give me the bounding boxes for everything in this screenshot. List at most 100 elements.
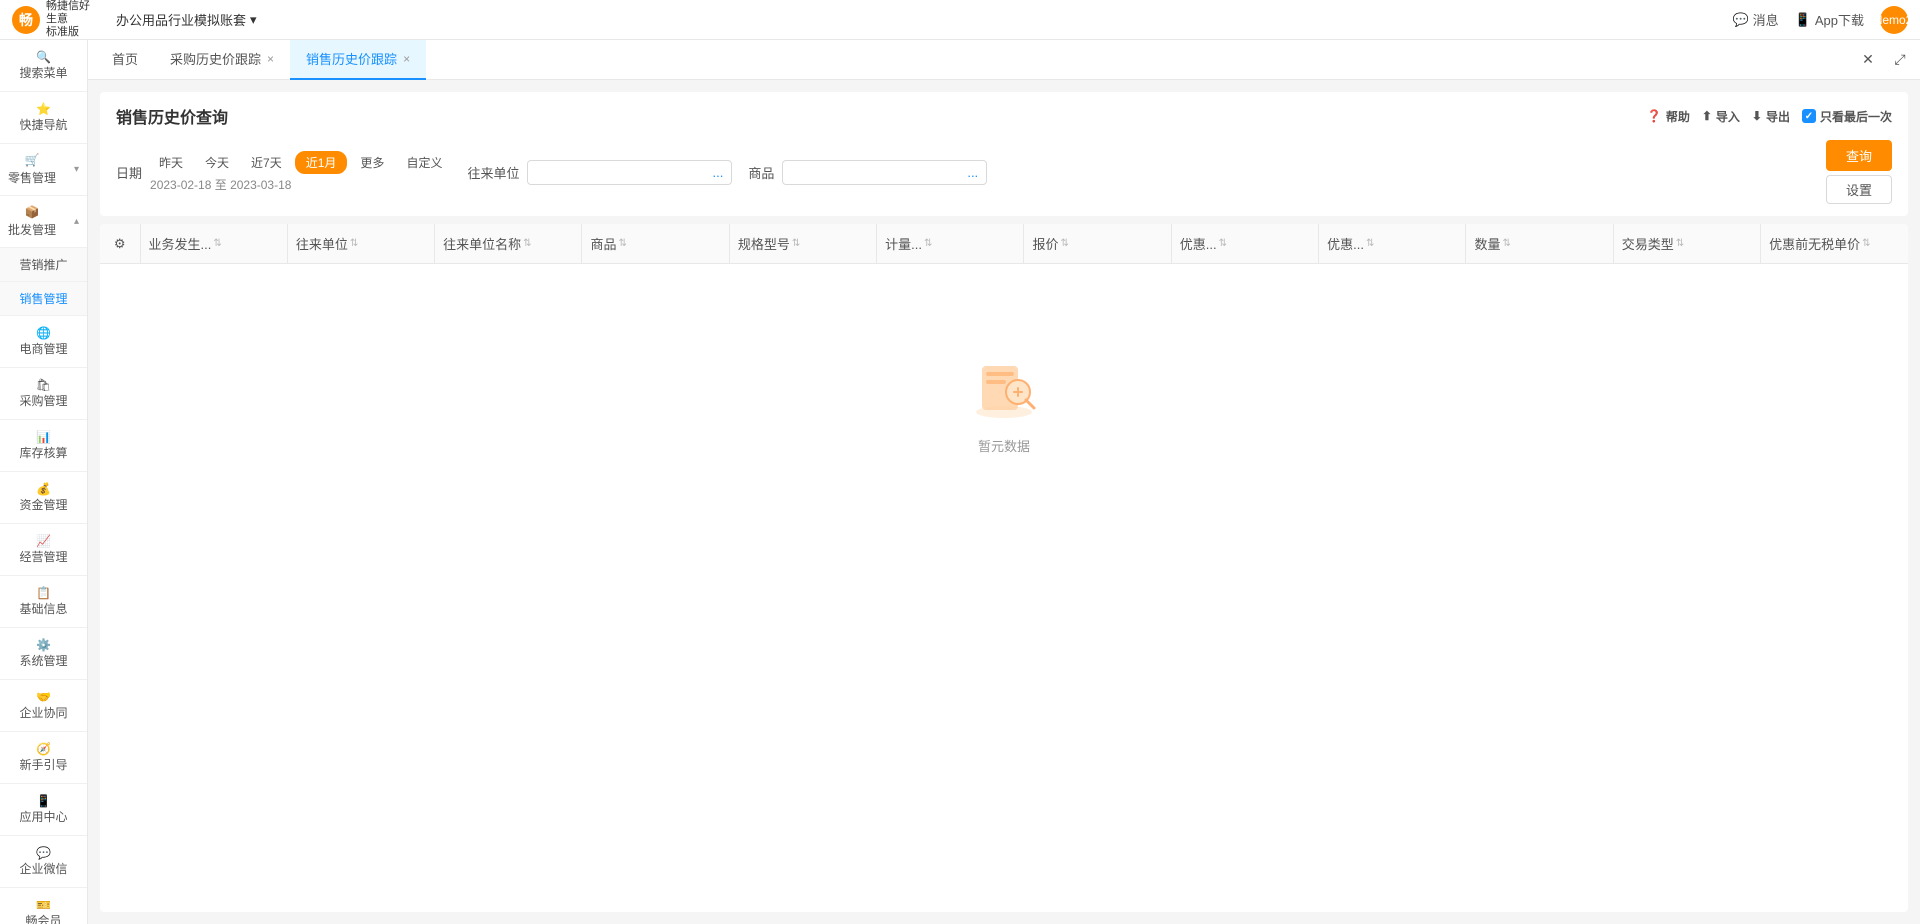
tab-bar-right: ✕ ⤢ xyxy=(1856,48,1912,72)
empty-illustration xyxy=(964,344,1044,424)
sidebar-item-retail[interactable]: 🛒 零售管理 ▾ xyxy=(0,144,87,196)
app-selector[interactable]: 办公用品行业模拟账套 ▾ xyxy=(108,6,265,33)
th-discount1[interactable]: 优惠...⇅ xyxy=(1171,224,1318,264)
sidebar-item-purchase[interactable]: 🛍 采购管理 xyxy=(0,368,87,420)
import-action[interactable]: ⬆ 导入 xyxy=(1702,108,1740,125)
th-settings[interactable]: ⚙ xyxy=(100,224,140,264)
chevron-down-icon: ▾ xyxy=(250,12,257,28)
th-unit[interactable]: 计量...⇅ xyxy=(877,224,1024,264)
date-btn-7days[interactable]: 近7天 xyxy=(242,151,291,174)
tab-close-sales[interactable]: × xyxy=(403,53,410,65)
date-btn-1month[interactable]: 近1月 xyxy=(295,151,348,174)
product-input-wrap: ... xyxy=(782,160,987,185)
content-area: 首页 采购历史价跟踪 × 销售历史价跟踪 × ✕ ⤢ 销售历史价查询 xyxy=(88,40,1920,924)
user-avatar[interactable]: demo2 xyxy=(1880,6,1908,34)
sidebar-item-finance[interactable]: 💰 资金管理 xyxy=(0,472,87,524)
data-table: ⚙ 业务发生...⇅ 往来单位⇅ 往来单位名称⇅ xyxy=(100,224,1908,264)
sidebar-item-collaboration[interactable]: 🤝 企业协同 xyxy=(0,680,87,732)
tab-maximize-btn[interactable]: ⤢ xyxy=(1888,48,1912,72)
sidebar-item-quicknav[interactable]: ⭐ 快捷导航 xyxy=(0,92,87,144)
main-layout: 🔍 搜索菜单 ⭐ 快捷导航 🛒 零售管理 ▾ 📦 批发管理 ▴ 营销推广 xyxy=(0,40,1920,924)
query-panel: 销售历史价查询 ❓ 帮助 ⬆ 导入 ⬇ 导出 xyxy=(100,92,1908,216)
th-discount2[interactable]: 优惠...⇅ xyxy=(1319,224,1466,264)
sidebar-item-app-center[interactable]: 📱 应用中心 xyxy=(0,784,87,836)
th-pretax-price[interactable]: 优惠前无税单价⇅ xyxy=(1761,224,1908,264)
sort-icon: ⇅ xyxy=(792,238,800,249)
source-unit-label: 往来单位 xyxy=(467,163,519,182)
sort-icon: ⇅ xyxy=(619,238,627,249)
sidebar-item-inventory[interactable]: 📊 库存核算 xyxy=(0,420,87,472)
only-latest-toggle[interactable]: ✓ 只看最后一次 xyxy=(1802,108,1892,125)
sidebar-item-marketing[interactable]: 营销推广 xyxy=(0,248,87,282)
only-latest-checkbox[interactable]: ✓ xyxy=(1802,109,1816,123)
th-product[interactable]: 商品⇅ xyxy=(582,224,729,264)
member-icon: 🎫 xyxy=(36,898,51,912)
message-icon: 💬 xyxy=(1732,12,1748,28)
date-btn-today[interactable]: 今天 xyxy=(196,151,238,174)
collab-icon: 🤝 xyxy=(36,690,51,704)
sidebar-item-member[interactable]: 🎫 畅会员 xyxy=(0,888,87,924)
empty-text: 暂元数据 xyxy=(978,436,1030,455)
tab-bar: 首页 采购历史价跟踪 × 销售历史价跟踪 × ✕ ⤢ xyxy=(88,40,1920,80)
sidebar-item-wholesale[interactable]: 📦 批发管理 ▴ xyxy=(0,196,87,248)
th-quote[interactable]: 报价⇅ xyxy=(1024,224,1171,264)
logo-icon: 畅 xyxy=(12,6,40,34)
sort-icon: ⇅ xyxy=(1366,238,1374,249)
help-icon: ❓ xyxy=(1647,109,1662,123)
export-action[interactable]: ⬇ 导出 xyxy=(1752,108,1790,125)
system-icon: ⚙️ xyxy=(36,638,51,652)
import-icon: ⬆ xyxy=(1702,109,1712,123)
inventory-icon: 📊 xyxy=(36,430,51,444)
table-wrap[interactable]: ⚙ 业务发生...⇅ 往来单位⇅ 往来单位名称⇅ xyxy=(100,224,1908,912)
help-action[interactable]: ❓ 帮助 xyxy=(1647,108,1690,125)
sidebar: 🔍 搜索菜单 ⭐ 快捷导航 🛒 零售管理 ▾ 📦 批发管理 ▴ 营销推广 xyxy=(0,40,88,924)
app-download-action[interactable]: 📱 App下载 xyxy=(1795,10,1864,29)
tab-sales-history[interactable]: 销售历史价跟踪 × xyxy=(290,40,426,80)
date-filter-group: 昨天 今天 近7天 近1月 更多 自定义 2023-02-18 至 2023-0… xyxy=(150,151,451,193)
th-source-unit-name[interactable]: 往来单位名称⇅ xyxy=(435,224,582,264)
wholesale-icon: 📦 xyxy=(25,205,40,219)
message-action[interactable]: 💬 消息 xyxy=(1732,10,1778,29)
date-range-text: 2023-02-18 至 2023-03-18 xyxy=(150,176,451,193)
page-title-row: 销售历史价查询 ❓ 帮助 ⬆ 导入 ⬇ 导出 xyxy=(116,104,1892,128)
tab-close-purchase[interactable]: × xyxy=(267,53,274,65)
th-quantity[interactable]: 数量⇅ xyxy=(1466,224,1613,264)
header-right: 💬 消息 📱 App下载 demo2 xyxy=(1732,6,1908,34)
source-unit-input[interactable] xyxy=(536,165,712,180)
source-unit-ellipsis[interactable]: ... xyxy=(712,165,723,180)
date-btn-yesterday[interactable]: 昨天 xyxy=(150,151,192,174)
th-trade-type[interactable]: 交易类型⇅ xyxy=(1613,224,1760,264)
query-button[interactable]: 查询 xyxy=(1826,140,1892,171)
sidebar-sub-wholesale: 营销推广 销售管理 xyxy=(0,248,87,316)
sort-icon: ⇅ xyxy=(924,238,932,249)
tab-home[interactable]: 首页 xyxy=(96,40,154,80)
tab-purchase-history[interactable]: 采购历史价跟踪 × xyxy=(154,40,290,80)
top-header: 畅 畅捷信好生意 标准版 办公用品行业模拟账套 ▾ 💬 消息 📱 App下载 d… xyxy=(0,0,1920,40)
product-label: 商品 xyxy=(748,163,774,182)
th-spec[interactable]: 规格型号⇅ xyxy=(729,224,876,264)
sidebar-item-enterprise-wechat[interactable]: 💬 企业微信 xyxy=(0,836,87,888)
product-field: 商品 ... xyxy=(748,160,987,185)
product-input[interactable] xyxy=(791,165,967,180)
product-ellipsis[interactable]: ... xyxy=(967,165,978,180)
th-source-unit[interactable]: 往来单位⇅ xyxy=(287,224,434,264)
date-btn-more[interactable]: 更多 xyxy=(351,151,393,174)
tab-close-btn[interactable]: ✕ xyxy=(1856,48,1880,72)
settings-button[interactable]: 设置 xyxy=(1826,175,1892,204)
sidebar-item-sales-mgmt[interactable]: 销售管理 xyxy=(0,282,87,316)
sidebar-item-basic-info[interactable]: 📋 基础信息 xyxy=(0,576,87,628)
retail-icon: 🛒 xyxy=(25,153,40,167)
sidebar-item-search[interactable]: 🔍 搜索菜单 xyxy=(0,40,87,92)
th-biz-date[interactable]: 业务发生...⇅ xyxy=(140,224,287,264)
finance-icon: 💰 xyxy=(36,482,51,496)
sort-icon: ⇅ xyxy=(350,238,358,249)
sidebar-item-system[interactable]: ⚙️ 系统管理 xyxy=(0,628,87,680)
sort-icon: ⇅ xyxy=(1502,238,1510,249)
sort-icon: ⇅ xyxy=(1676,238,1684,249)
export-icon: ⬇ xyxy=(1752,109,1762,123)
sidebar-item-operation[interactable]: 📈 经营管理 xyxy=(0,524,87,576)
date-btn-custom[interactable]: 自定义 xyxy=(397,151,451,174)
sidebar-item-guide[interactable]: 🧭 新手引导 xyxy=(0,732,87,784)
sidebar-item-ecommerce[interactable]: 🌐 电商管理 xyxy=(0,316,87,368)
operation-icon: 📈 xyxy=(36,534,51,548)
